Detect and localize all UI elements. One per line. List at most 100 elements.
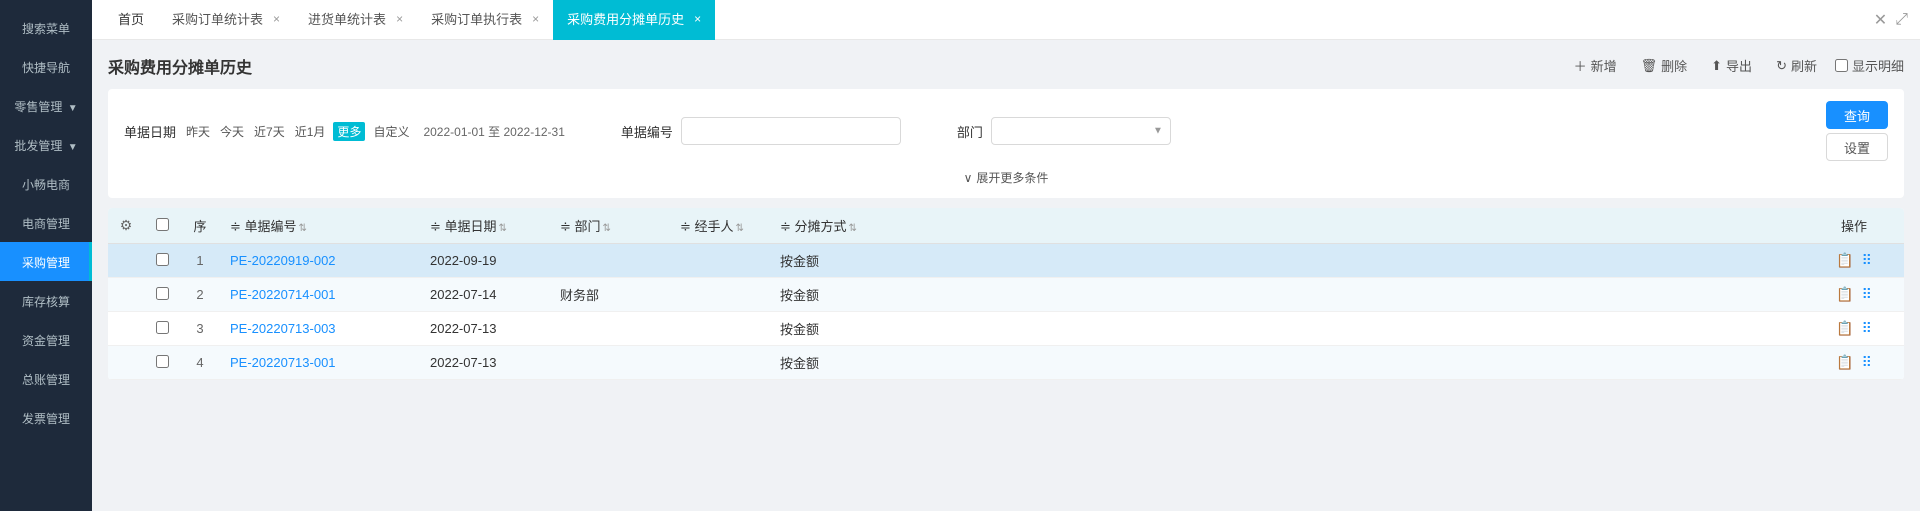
date-1month[interactable]: 近1月: [293, 122, 328, 141]
more-icon[interactable]: ⠿: [1862, 286, 1872, 303]
date-today[interactable]: 今天: [218, 122, 246, 141]
page-header: 采购费用分摊单历史 ＋ 新增 🗑 删除 ⬆ 导出 ↻ 刷新: [108, 52, 1904, 79]
row-number-cell: 4: [180, 346, 220, 380]
page-content: 采购费用分摊单历史 ＋ 新增 🗑 删除 ⬆ 导出 ↻ 刷新: [92, 40, 1920, 511]
sidebar-item-ledger[interactable]: 总账管理: [0, 359, 92, 398]
add-icon: ＋: [1574, 56, 1587, 75]
settings-gear-icon[interactable]: ⚙: [120, 217, 133, 233]
dept-label: 部门: [957, 122, 983, 141]
row-action-cell: 📋 ⠿: [1804, 312, 1904, 346]
col-handler-header: ≑ 经手人⇅: [670, 208, 770, 244]
row-docno-link[interactable]: PE-20220713-003: [230, 321, 336, 336]
col-action-header: 操作: [1804, 208, 1904, 244]
data-table: ⚙ 序 ≑ 单据编号⇅ ≑ 单据日期⇅: [108, 208, 1904, 380]
table-row: 3 PE-20220713-003 2022-07-13 按金额 📋 ⠿: [108, 312, 1904, 346]
export-icon: ⬆: [1711, 58, 1722, 74]
col-split-header: ≑ 分摊方式⇅: [770, 208, 1804, 244]
col-checkbox-header: [144, 208, 180, 244]
show-columns-checkbox[interactable]: [1835, 59, 1848, 72]
date-yesterday[interactable]: 昨天: [184, 122, 212, 141]
sort-dept-icon: ⇅: [603, 223, 611, 234]
refresh-button[interactable]: ↻ 刷新: [1770, 52, 1823, 79]
close-icon[interactable]: ✕: [1874, 10, 1887, 30]
delete-button[interactable]: 🗑 删除: [1635, 52, 1694, 79]
tab-purchase-order-exec[interactable]: 采购订单执行表 ×: [417, 0, 553, 40]
sidebar-item-ecommerce[interactable]: 电商管理: [0, 203, 92, 242]
dept-select-wrapper: ▼: [991, 117, 1171, 145]
header-actions: ＋ 新增 🗑 删除 ⬆ 导出 ↻ 刷新 显示明细: [1568, 52, 1904, 79]
row-docno-cell: PE-20220714-001: [220, 278, 420, 312]
sort-handler[interactable]: ≑: [680, 219, 691, 234]
more-icon[interactable]: ⠿: [1862, 252, 1872, 269]
sort-dept[interactable]: ≑: [560, 219, 571, 234]
date-more[interactable]: 更多: [333, 122, 365, 141]
view-icon[interactable]: 📋: [1836, 354, 1853, 371]
row-date-cell: 2022-09-19: [420, 244, 550, 278]
export-button[interactable]: ⬆ 导出: [1705, 52, 1758, 79]
tab-home[interactable]: 首页: [104, 0, 158, 40]
row-checkbox-cell: [144, 312, 180, 346]
sidebar-item-mobile[interactable]: 小畅电商: [0, 164, 92, 203]
delete-icon: 🗑: [1641, 58, 1658, 74]
sort-split[interactable]: ≑: [780, 219, 791, 234]
add-button[interactable]: ＋ 新增: [1568, 52, 1623, 79]
tab-purchase-order-stats[interactable]: 采购订单统计表 ×: [158, 0, 294, 40]
row-settings-cell: [108, 244, 144, 278]
sidebar-item-purchase[interactable]: 采购管理: [0, 242, 92, 281]
row-checkbox-cell: [144, 244, 180, 278]
sort-date-icon: ⇅: [499, 223, 507, 234]
row-checkbox[interactable]: [156, 253, 169, 266]
more-icon[interactable]: ⠿: [1862, 354, 1872, 371]
sort-docno[interactable]: ≑: [230, 219, 241, 234]
close-tab-inbound-stats[interactable]: ×: [396, 13, 403, 25]
row-number-cell: 3: [180, 312, 220, 346]
row-checkbox[interactable]: [156, 355, 169, 368]
tab-purchase-cost-history[interactable]: 采购费用分摊单历史 ×: [553, 0, 715, 40]
sidebar-item-wholesale[interactable]: 批发管理 ▼: [0, 125, 92, 164]
maximize-icon[interactable]: ⤢: [1895, 11, 1908, 29]
sidebar-item-inventory[interactable]: 库存核算: [0, 281, 92, 320]
dept-input[interactable]: [991, 117, 1171, 145]
row-dept-cell: [550, 312, 670, 346]
query-button[interactable]: 查询: [1826, 101, 1888, 129]
settings-button[interactable]: 设置: [1826, 133, 1888, 161]
row-checkbox[interactable]: [156, 321, 169, 334]
sidebar-item-retail[interactable]: 零售管理 ▼: [0, 86, 92, 125]
dept-filter: 部门 ▼: [957, 117, 1171, 145]
more-icon[interactable]: ⠿: [1862, 320, 1872, 337]
row-dept-cell: [550, 244, 670, 278]
row-docno-link[interactable]: PE-20220714-001: [230, 287, 336, 302]
expand-conditions-button[interactable]: ∨ 展开更多条件: [964, 169, 1049, 186]
date-7days[interactable]: 近7天: [252, 122, 287, 141]
row-checkbox[interactable]: [156, 287, 169, 300]
sidebar-item-finance[interactable]: 资金管理: [0, 320, 92, 359]
show-columns-toggle[interactable]: 显示明细: [1835, 56, 1904, 75]
close-tab-purchase-order-exec[interactable]: ×: [532, 13, 539, 25]
row-docno-link[interactable]: PE-20220713-001: [230, 355, 336, 370]
page-title: 采购费用分摊单历史: [108, 54, 252, 78]
sidebar-item-invoice[interactable]: 发票管理: [0, 398, 92, 437]
view-icon[interactable]: 📋: [1836, 286, 1853, 303]
row-date-cell: 2022-07-13: [420, 312, 550, 346]
expand-row: ∨ 展开更多条件: [124, 169, 1888, 186]
sidebar-item-quicknav[interactable]: 快捷导航: [0, 47, 92, 86]
tab-bar: 首页 采购订单统计表 × 进货单统计表 × 采购订单执行表 × 采购费用分摊单历…: [92, 0, 1920, 40]
tab-inbound-stats[interactable]: 进货单统计表 ×: [294, 0, 417, 40]
close-tab-purchase-cost-history[interactable]: ×: [694, 13, 701, 25]
filter-row: 单据日期 昨天 今天 近7天 近1月 更多 自定义 2022-01-01 至 2…: [124, 101, 1888, 161]
view-icon[interactable]: 📋: [1836, 252, 1853, 269]
view-icon[interactable]: 📋: [1836, 320, 1853, 337]
date-custom[interactable]: 自定义: [371, 122, 411, 141]
select-all-checkbox[interactable]: [156, 218, 169, 231]
docno-input[interactable]: [681, 117, 901, 145]
row-docno-link[interactable]: PE-20220919-002: [230, 253, 336, 268]
row-settings-cell: [108, 312, 144, 346]
chevron-down-icon: ∨: [964, 171, 973, 185]
row-checkbox-cell: [144, 278, 180, 312]
close-tab-purchase-order-stats[interactable]: ×: [273, 13, 280, 25]
row-dept-cell: 财务部: [550, 278, 670, 312]
col-no-header: 序: [180, 208, 220, 244]
sort-date[interactable]: ≑: [430, 219, 441, 234]
row-dept-cell: [550, 346, 670, 380]
sidebar-item-search[interactable]: 搜索菜单: [0, 8, 92, 47]
